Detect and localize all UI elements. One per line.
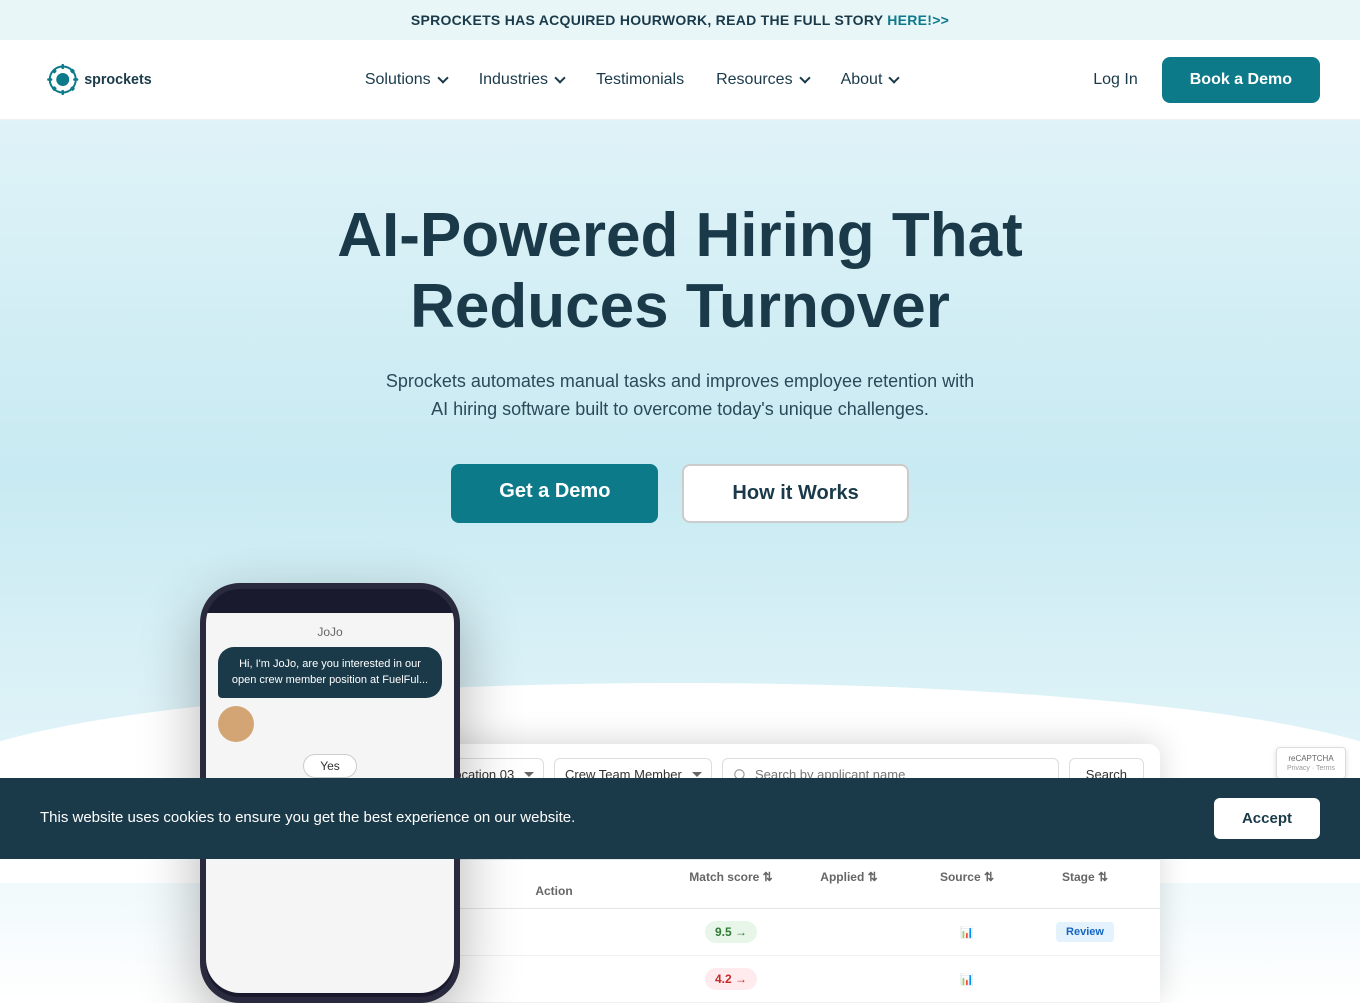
- hero-headline: AI-Powered Hiring That Reduces Turnover: [290, 200, 1070, 343]
- match-score-badge: 4.2 →: [705, 968, 757, 990]
- col-stage: Stage ⇅: [1026, 870, 1144, 884]
- avatar-row: [218, 706, 442, 742]
- nav-item-about[interactable]: About: [841, 71, 899, 89]
- get-demo-button[interactable]: Get a Demo: [451, 464, 658, 523]
- navigation: sprockets Solutions Industries Testimoni…: [0, 40, 1360, 120]
- how-it-works-button[interactable]: How it Works: [682, 464, 908, 523]
- yes-button[interactable]: Yes: [303, 754, 357, 778]
- announcement-link[interactable]: HERE!>>: [887, 12, 949, 28]
- col-action: Action: [436, 884, 672, 898]
- source-icon: 📊: [908, 973, 1026, 986]
- chevron-down-icon: [554, 72, 565, 83]
- table-row: 4.2 → 📊: [420, 956, 1160, 1003]
- col-source: Source ⇅: [908, 870, 1026, 884]
- logo[interactable]: sprockets: [40, 52, 170, 107]
- hero-buttons: Get a Demo How it Works: [20, 464, 1340, 523]
- chevron-down-icon: [799, 72, 810, 83]
- announcement-text: SPROCKETS HAS ACQUIRED HOURWORK, READ TH…: [411, 12, 883, 28]
- cookie-accept-button[interactable]: Accept: [1214, 798, 1320, 839]
- svg-text:sprockets: sprockets: [84, 72, 152, 88]
- avatar: [218, 706, 254, 742]
- recaptcha-badge: reCAPTCHA Privacy · Terms: [1276, 747, 1346, 779]
- col-match-score: Match score ⇅: [672, 870, 790, 884]
- nav-item-resources[interactable]: Resources: [716, 71, 808, 89]
- table-row: 9.5 → 📊 Review: [420, 909, 1160, 956]
- nav-item-testimonials[interactable]: Testimonials: [596, 71, 684, 89]
- hero-content: AI-Powered Hiring That Reduces Turnover …: [20, 200, 1340, 523]
- cookie-message: This website uses cookies to ensure you …: [40, 807, 1194, 830]
- nav-links: Solutions Industries Testimonials Resour…: [365, 71, 899, 89]
- login-link[interactable]: Log In: [1093, 71, 1137, 89]
- match-score-badge: 9.5 →: [705, 921, 757, 943]
- chat-name: JoJo: [218, 625, 442, 639]
- stage-badge: Review: [1056, 922, 1114, 942]
- chevron-down-icon: [889, 72, 900, 83]
- nav-item-solutions[interactable]: Solutions: [365, 71, 447, 89]
- chevron-down-icon: [437, 72, 448, 83]
- phone-notch: [290, 589, 370, 613]
- cookie-banner: This website uses cookies to ensure you …: [0, 778, 1360, 859]
- source-icon: 📊: [908, 926, 1026, 939]
- nav-right: Log In Book a Demo: [1093, 57, 1320, 103]
- hero-section: AI-Powered Hiring That Reduces Turnover …: [0, 120, 1360, 1003]
- table-header: Match score ⇅ Applied ⇅ Source ⇅ Stage ⇅…: [420, 860, 1160, 909]
- nav-item-industries[interactable]: Industries: [479, 71, 564, 89]
- book-demo-button[interactable]: Book a Demo: [1162, 57, 1320, 103]
- col-applied: Applied ⇅: [790, 870, 908, 884]
- chat-bubble: Hi, I'm JoJo, are you interested in our …: [218, 647, 442, 698]
- hero-subtext: Sprockets automates manual tasks and imp…: [380, 367, 980, 425]
- announcement-bar: SPROCKETS HAS ACQUIRED HOURWORK, READ TH…: [0, 0, 1360, 40]
